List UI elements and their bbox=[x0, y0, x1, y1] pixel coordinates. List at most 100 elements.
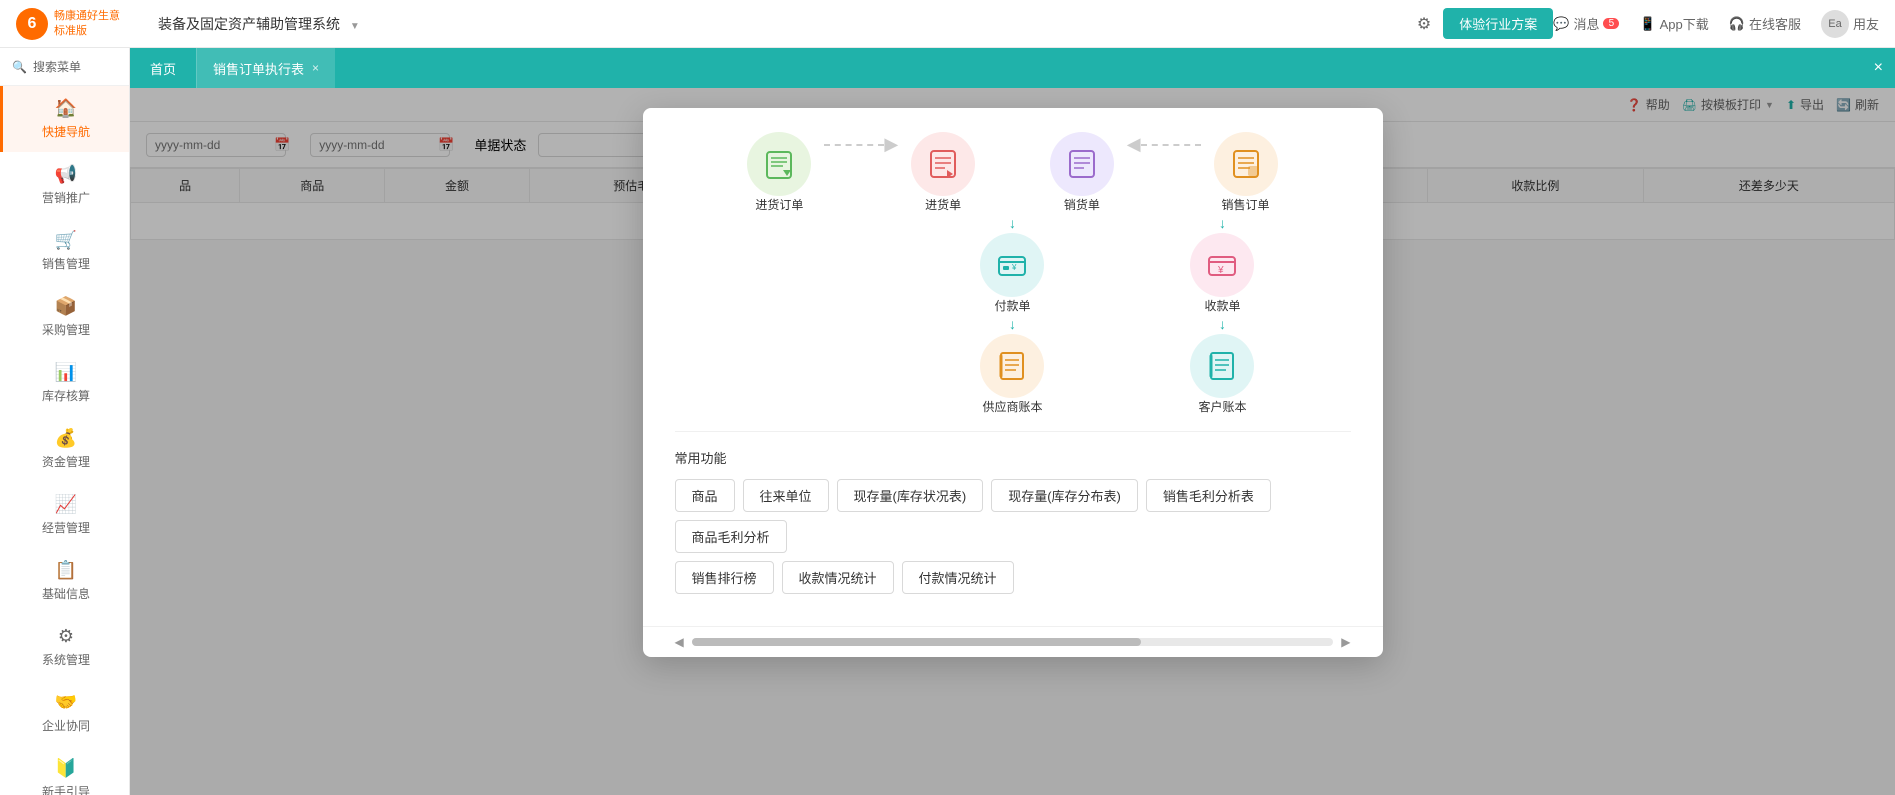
settings-icon[interactable]: ⚙ bbox=[1417, 14, 1431, 34]
dropdown-arrow-icon[interactable]: ▼ bbox=[350, 21, 360, 32]
func-btn-receipt-stat[interactable]: 收款情况统计 bbox=[782, 561, 894, 594]
sidebar-item-guide[interactable]: 🔰 新手引导 bbox=[0, 746, 129, 795]
func-btn-sales-rank[interactable]: 销售排行榜 bbox=[675, 561, 774, 594]
sidebar-item-purchase[interactable]: 📦 采购管理 bbox=[0, 284, 129, 350]
func-btn-goods[interactable]: 商品 bbox=[675, 479, 735, 512]
message-icon: 💬 bbox=[1553, 16, 1569, 32]
payment-label: 付款单 bbox=[994, 297, 1030, 314]
top-header: 6 畅康通好生意 标准版 装备及固定资产辅助管理系统 ▼ ⚙ 体验行业方案 💬 … bbox=[0, 0, 1895, 48]
modal-body: 进货订单 ▶ bbox=[643, 108, 1383, 626]
supplier-ledger-node[interactable] bbox=[980, 334, 1044, 398]
sales-order-node[interactable] bbox=[1214, 132, 1278, 196]
page-content: ❓ 帮助 🖨 按模板打印 ▼ ⬆ 导出 🔄 刷新 bbox=[130, 88, 1895, 795]
flow-col-purchase-bill: 进货单 bbox=[898, 132, 988, 213]
scroll-bar: ◀ ▶ bbox=[675, 635, 1351, 649]
customer-ledger-node[interactable] bbox=[1190, 334, 1254, 398]
flow-col-receipt: ¥ 收款单 bbox=[1154, 233, 1290, 314]
system-icon: ⚙ bbox=[58, 626, 74, 647]
scroll-left-arrow[interactable]: ◀ bbox=[675, 635, 684, 649]
inventory-icon: 📊 bbox=[55, 362, 77, 383]
receipt-node[interactable]: ¥ bbox=[1190, 233, 1254, 297]
flow-arrows-row-2: ↓ ↓ bbox=[675, 314, 1351, 334]
flow-col-customer-ledger: 客户账本 bbox=[1154, 334, 1290, 415]
supplier-ledger-label: 供应商账本 bbox=[982, 398, 1042, 415]
operation-icon: 📈 bbox=[55, 494, 77, 515]
sales-icon: 🛒 bbox=[55, 230, 77, 251]
home-icon: 🏠 bbox=[55, 98, 77, 119]
tab-home[interactable]: 首页 bbox=[130, 48, 197, 88]
spacer-1 bbox=[988, 159, 1037, 187]
arrow-down-receipt: ↓ bbox=[1154, 314, 1290, 334]
h-arrow-2: ◀ bbox=[1127, 134, 1201, 211]
phone-icon: 📱 bbox=[1639, 16, 1655, 32]
arrow-down-purchase: ↓ bbox=[944, 213, 1080, 233]
logo-text: 畅康通好生意 标准版 bbox=[54, 9, 120, 38]
func-btn-partners[interactable]: 往来单位 bbox=[743, 479, 829, 512]
tab-close-icon[interactable]: × bbox=[312, 61, 319, 75]
sidebar-item-corp[interactable]: 🤝 企业协同 bbox=[0, 680, 129, 746]
func-btn-stock-status[interactable]: 现存量(库存状况表) bbox=[837, 479, 984, 512]
sidebar-item-operation[interactable]: 📈 经营管理 bbox=[0, 482, 129, 548]
marketing-icon: 📢 bbox=[55, 164, 77, 185]
sidebar-item-marketing[interactable]: 📢 营销推广 bbox=[0, 152, 129, 218]
header-right: 💬 消息 5 📱 App下载 🎧 在线客服 Ea 用友 bbox=[1553, 10, 1879, 38]
flow-row-1: 进货订单 ▶ bbox=[675, 132, 1351, 213]
sidebar-item-sales[interactable]: 🛒 销售管理 bbox=[0, 218, 129, 284]
func-btn-stock-dist[interactable]: 现存量(库存分布表) bbox=[991, 479, 1138, 512]
purchase-bill-label: 进货单 bbox=[925, 196, 961, 213]
app-download-btn[interactable]: 📱 App下载 bbox=[1639, 14, 1708, 33]
user-btn[interactable]: Ea 用友 bbox=[1821, 10, 1879, 38]
flow-col-sales-bill: 销货单 bbox=[1037, 132, 1127, 213]
modal-overlay: 进货订单 ▶ bbox=[130, 88, 1895, 795]
online-service-btn[interactable]: 🎧 在线客服 bbox=[1729, 14, 1801, 33]
tab-sales-order-exec[interactable]: 销售订单执行表 × bbox=[197, 48, 335, 88]
flow-col-sales-order: 销售订单 bbox=[1201, 132, 1291, 213]
func-btn-goods-profit[interactable]: 商品毛利分析 bbox=[675, 520, 787, 553]
flow-diagram: 进货订单 ▶ bbox=[675, 132, 1351, 415]
svg-text:¥: ¥ bbox=[1011, 263, 1017, 272]
h-arrow-1: ▶ bbox=[824, 134, 898, 211]
flow-row-2: ¥ 付款单 ¥ 收款单 bbox=[675, 233, 1351, 314]
scroll-thumb bbox=[692, 638, 1141, 646]
arrow-down-payment: ↓ bbox=[944, 314, 1080, 334]
flow-col-purchase-order: 进货订单 bbox=[735, 132, 825, 213]
purchase-order-label: 进货订单 bbox=[755, 196, 803, 213]
common-section: 常用功能 商品 往来单位 现存量(库存状况表) 现存量(库存分布表) 销售毛利分… bbox=[675, 431, 1351, 594]
logo-icon: 6 bbox=[16, 8, 48, 40]
payment-node[interactable]: ¥ bbox=[980, 233, 1044, 297]
sidebar-item-system[interactable]: ⚙ 系统管理 bbox=[0, 614, 129, 680]
content-area: 首页 销售订单执行表 × × ❓ 帮助 🖨 按模板打印 ▼ bbox=[130, 48, 1895, 795]
guide-icon: 🔰 bbox=[55, 758, 77, 779]
flow-row-3: 供应商账本 客户账本 bbox=[675, 334, 1351, 415]
tab-bar: 首页 销售订单执行表 × × bbox=[130, 48, 1895, 88]
scroll-track[interactable] bbox=[692, 638, 1334, 646]
scroll-right-arrow[interactable]: ▶ bbox=[1341, 635, 1350, 649]
purchase-bill-node[interactable] bbox=[911, 132, 975, 196]
message-badge: 5 bbox=[1603, 18, 1619, 29]
modal: 进货订单 ▶ bbox=[643, 108, 1383, 657]
corp-icon: 🤝 bbox=[55, 692, 77, 713]
search-menu[interactable]: 🔍 搜索菜单 bbox=[0, 48, 129, 86]
sidebar-item-finance[interactable]: 💰 资金管理 bbox=[0, 416, 129, 482]
main-layout: 🔍 搜索菜单 🏠 快捷导航 📢 营销推广 🛒 销售管理 📦 采购管理 📊 库存核… bbox=[0, 48, 1895, 795]
arrow-down-sales: ↓ bbox=[1154, 213, 1290, 233]
purchase-order-node[interactable] bbox=[747, 132, 811, 196]
flow-col-payment: ¥ 付款单 bbox=[944, 233, 1080, 314]
sidebar-item-quick-nav[interactable]: 🏠 快捷导航 bbox=[0, 86, 129, 152]
receipt-label: 收款单 bbox=[1204, 297, 1240, 314]
func-buttons-row-1: 商品 往来单位 现存量(库存状况表) 现存量(库存分布表) 销售毛利分析表 商品… bbox=[675, 479, 1351, 553]
flow-arrows-row: ↓ ↓ bbox=[675, 213, 1351, 233]
sidebar-item-inventory[interactable]: 📊 库存核算 bbox=[0, 350, 129, 416]
flow-col-supplier-ledger: 供应商账本 bbox=[944, 334, 1080, 415]
func-btn-payment-stat[interactable]: 付款情况统计 bbox=[902, 561, 1014, 594]
experience-btn[interactable]: 体验行业方案 bbox=[1443, 8, 1553, 39]
tab-bar-close-btn[interactable]: × bbox=[1874, 59, 1883, 77]
func-btn-sales-profit[interactable]: 销售毛利分析表 bbox=[1146, 479, 1271, 512]
basic-info-icon: 📋 bbox=[55, 560, 77, 581]
sales-bill-node[interactable] bbox=[1050, 132, 1114, 196]
logo-area: 6 畅康通好生意 标准版 bbox=[16, 8, 146, 40]
message-btn[interactable]: 💬 消息 5 bbox=[1553, 14, 1619, 33]
avatar: Ea bbox=[1821, 10, 1849, 38]
sidebar-item-basic-info[interactable]: 📋 基础信息 bbox=[0, 548, 129, 614]
sales-bill-label: 销货单 bbox=[1064, 196, 1100, 213]
